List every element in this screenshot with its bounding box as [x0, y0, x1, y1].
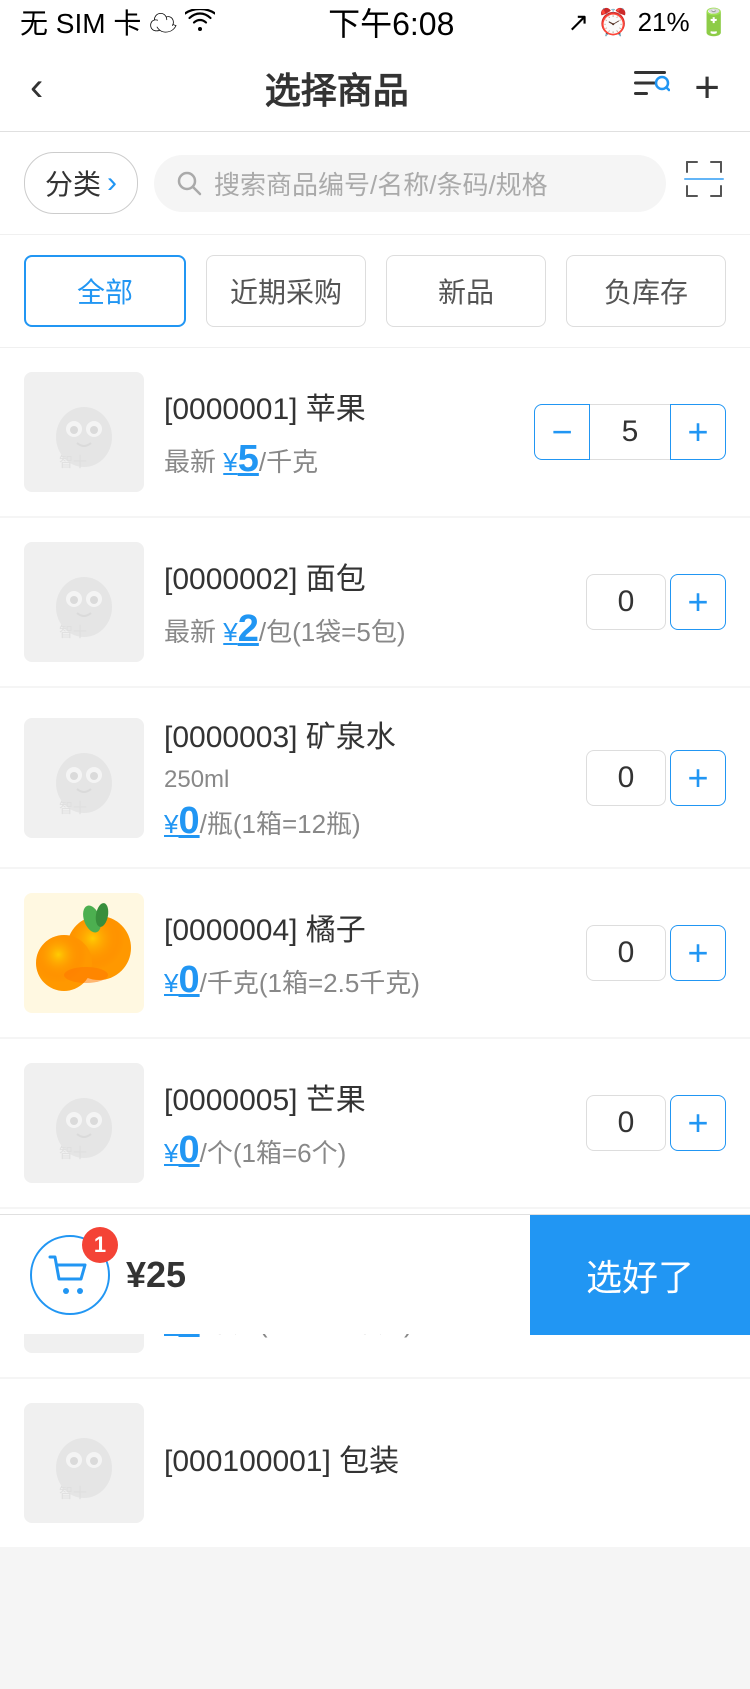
battery-label: 21% — [638, 7, 690, 38]
owl-placeholder-icon: 智十 — [39, 387, 129, 477]
list-item: 智十 [0000002] 面包 最新 ¥2/包(1袋=5包) + — [0, 518, 750, 686]
product-thumbnail: 智十 — [24, 372, 144, 492]
price-yuan: ¥ — [223, 447, 237, 477]
quantity-plus-button[interactable]: + — [670, 574, 726, 630]
quantity-input[interactable] — [590, 404, 670, 460]
filter-icon[interactable] — [630, 65, 670, 110]
search-placeholder: 搜索商品编号/名称/条码/规格 — [214, 165, 646, 202]
product-info: [0000005] 芒果 ¥0/个(1箱=6个) — [164, 1075, 586, 1172]
list-item: 智十 [0000005] 芒果 ¥0/个(1箱=6个) + — [0, 1039, 750, 1207]
product-name: [0000002] 面包 — [164, 554, 586, 598]
product-thumbnail: 智十 — [24, 1403, 144, 1523]
search-area: 分类 › 搜索商品编号/名称/条码/规格 — [0, 132, 750, 235]
tab-recent[interactable]: 近期采购 — [206, 255, 366, 327]
product-thumbnail — [24, 893, 144, 1013]
cart-icon-wrap[interactable]: 1 — [30, 1235, 110, 1315]
list-item: 智十 [000100001] 包装 — [0, 1379, 750, 1547]
category-arrow: › — [107, 166, 117, 200]
svg-text:智十: 智十 — [59, 800, 87, 816]
search-icon — [174, 168, 204, 198]
status-left: 无 SIM 卡 ☁ — [20, 2, 215, 42]
svg-text:智十: 智十 — [59, 454, 87, 470]
list-item: 智十 [0000003] 矿泉水 250ml ¥0/瓶(1箱=12瓶) + — [0, 688, 750, 867]
add-icon[interactable]: + — [694, 63, 720, 113]
search-input-wrap[interactable]: 搜索商品编号/名称/条码/规格 — [154, 155, 666, 212]
owl-placeholder-icon: 智十 — [39, 557, 129, 647]
filter-tabs: 全部 近期采购 新品 负库存 — [0, 235, 750, 348]
category-label: 分类 — [45, 163, 101, 203]
product-name: [0000003] 矿泉水 — [164, 712, 586, 756]
page-title: 选择商品 — [265, 62, 409, 114]
quantity-input[interactable] — [586, 750, 666, 806]
orange-image — [24, 893, 144, 1013]
product-price: ¥0/千克(1箱=2.5千克) — [164, 959, 586, 1002]
status-time: 下午6:08 — [328, 0, 454, 45]
status-right: ↗ ⏰ 21% 🔋 — [567, 7, 730, 38]
cart-icon — [48, 1255, 92, 1295]
owl-placeholder-icon: 智十 — [39, 1418, 129, 1508]
wifi-icon — [185, 6, 215, 38]
product-thumbnail: 智十 — [24, 542, 144, 662]
category-button[interactable]: 分类 › — [24, 152, 138, 214]
tab-neg-stock[interactable]: 负库存 — [566, 255, 726, 327]
product-info: [0000003] 矿泉水 250ml ¥0/瓶(1箱=12瓶) — [164, 712, 586, 843]
list-item: [0000004] 橘子 ¥0/千克(1箱=2.5千克) + — [0, 869, 750, 1037]
quantity-control: − + — [534, 404, 726, 460]
nav-actions: + — [630, 63, 720, 113]
price-label: 最新 — [164, 447, 223, 477]
cart-total: ¥25 — [126, 1254, 186, 1296]
status-bar: 无 SIM 卡 ☁ 下午6:08 ↗ ⏰ 21% 🔋 — [0, 0, 750, 44]
svg-text:智十: 智十 — [59, 1145, 87, 1161]
quantity-input[interactable] — [586, 574, 666, 630]
product-name: [0000004] 橘子 — [164, 905, 586, 949]
confirm-button[interactable]: 选好了 — [530, 1215, 750, 1335]
product-info: [0000002] 面包 最新 ¥2/包(1袋=5包) — [164, 554, 586, 651]
product-name: [000100001] 包装 — [164, 1436, 726, 1480]
product-info: [000100001] 包装 — [164, 1436, 726, 1490]
product-name: [0000005] 芒果 — [164, 1075, 586, 1119]
tab-new[interactable]: 新品 — [386, 255, 546, 327]
no-sim-label: 无 SIM 卡 ☁ — [20, 2, 177, 42]
owl-placeholder-icon: 智十 — [39, 733, 129, 823]
price-unit: /千克 — [259, 447, 318, 477]
product-price: 最新 ¥2/包(1袋=5包) — [164, 608, 586, 651]
svg-text:智十: 智十 — [59, 624, 87, 640]
quantity-plus-button[interactable]: + — [670, 750, 726, 806]
quantity-plus-button[interactable]: + — [670, 1095, 726, 1151]
location-icon: ↗ — [567, 7, 589, 38]
product-thumbnail: 智十 — [24, 718, 144, 838]
quantity-plus-button[interactable]: + — [670, 925, 726, 981]
battery-icon: 🔋 — [698, 7, 730, 38]
svg-text:智十: 智十 — [59, 1485, 87, 1501]
product-info: [0000004] 橘子 ¥0/千克(1箱=2.5千克) — [164, 905, 586, 1002]
product-price: 最新 ¥5/千克 — [164, 438, 534, 481]
back-button[interactable]: ‹ — [30, 65, 43, 110]
nav-bar: ‹ 选择商品 + — [0, 44, 750, 132]
product-list: 智十 [0000001] 苹果 最新 ¥5/千克 − + 智十 — [0, 348, 750, 1689]
product-name: [0000001] 苹果 — [164, 384, 534, 428]
list-item: 智十 [0000001] 苹果 最新 ¥5/千克 − + — [0, 348, 750, 516]
owl-placeholder-icon: 智十 — [39, 1078, 129, 1168]
quantity-control: + — [586, 750, 726, 806]
cart-area: 1 ¥25 — [0, 1235, 530, 1315]
product-info: [0000001] 苹果 最新 ¥5/千克 — [164, 384, 534, 481]
alarm-icon: ⏰ — [597, 7, 629, 38]
quantity-minus-button[interactable]: − — [534, 404, 590, 460]
quantity-control: + — [586, 574, 726, 630]
scan-icon[interactable] — [682, 157, 726, 210]
quantity-plus-button[interactable]: + — [670, 404, 726, 460]
product-price: ¥0/个(1箱=6个) — [164, 1129, 586, 1172]
product-spec: 250ml — [164, 766, 586, 794]
quantity-control: + — [586, 925, 726, 981]
product-price: ¥0/瓶(1箱=12瓶) — [164, 800, 586, 843]
price-num: 5 — [238, 438, 259, 480]
product-thumbnail: 智十 — [24, 1063, 144, 1183]
cart-badge: 1 — [82, 1227, 118, 1263]
quantity-input[interactable] — [586, 1095, 666, 1151]
tab-all[interactable]: 全部 — [24, 255, 186, 327]
quantity-input[interactable] — [586, 925, 666, 981]
bottom-bar: 1 ¥25 选好了 — [0, 1214, 750, 1334]
quantity-control: + — [586, 1095, 726, 1151]
